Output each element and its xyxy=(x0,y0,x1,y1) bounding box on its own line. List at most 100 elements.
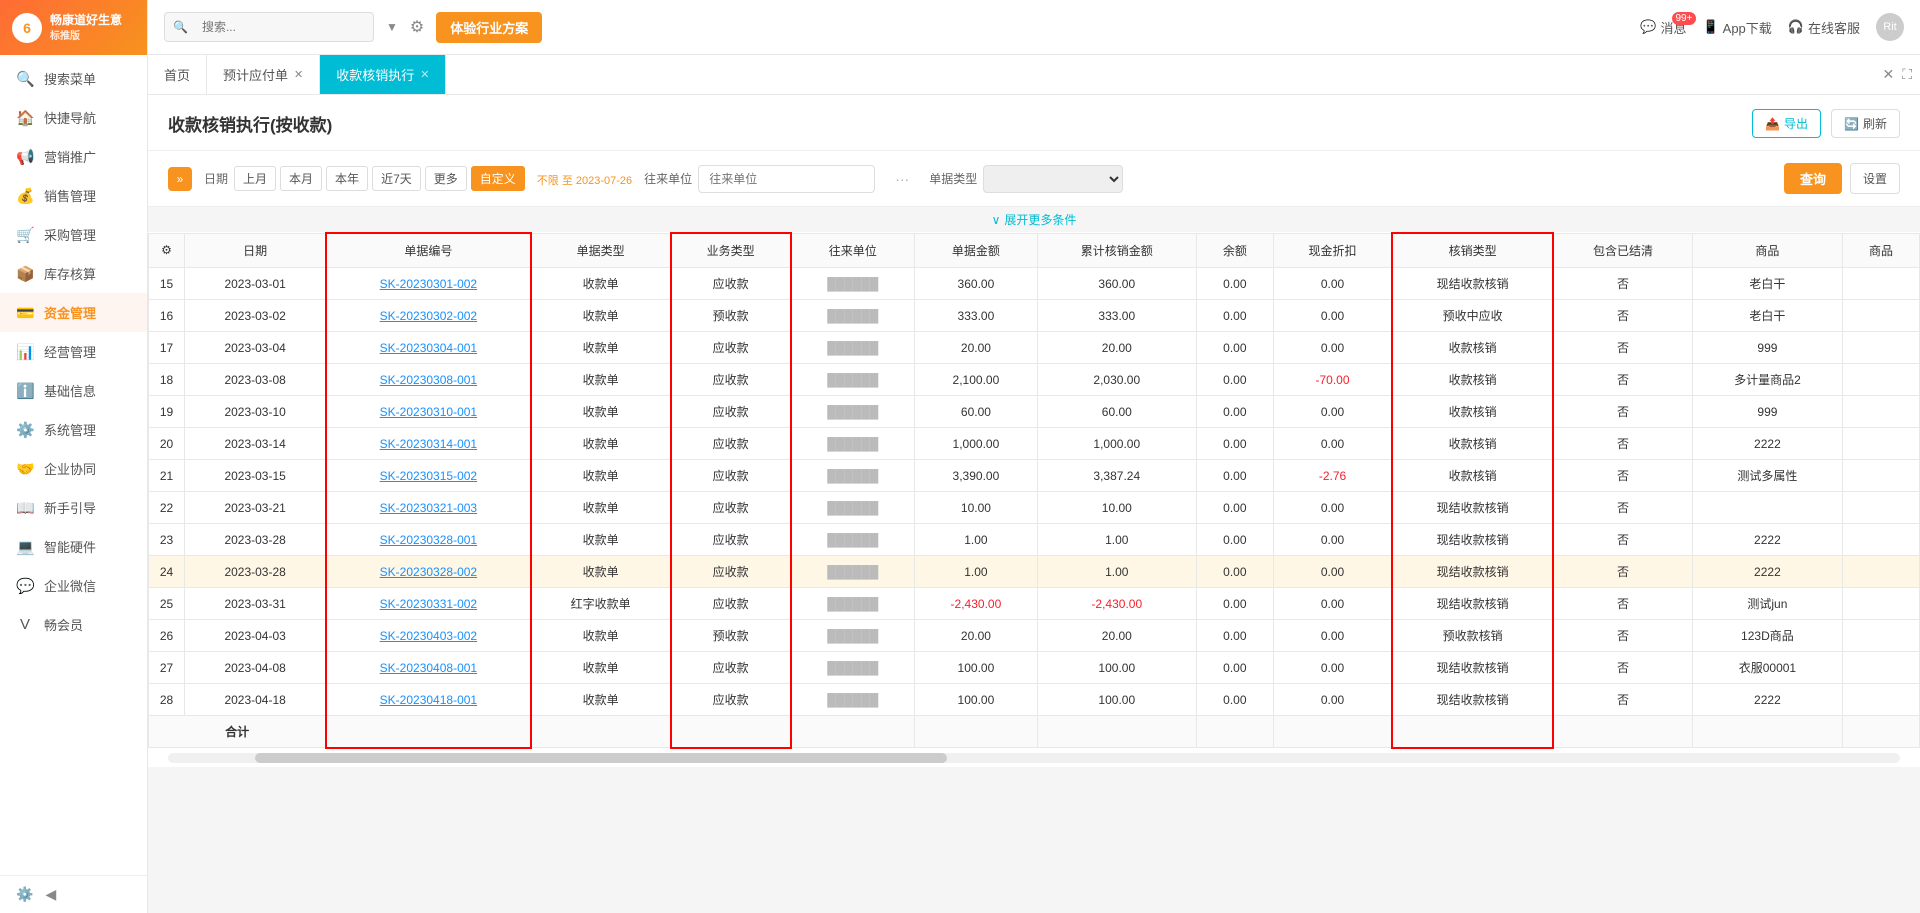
sidebar-item-system[interactable]: ⚙️系统管理 xyxy=(0,410,147,449)
voucher-no-link[interactable]: SK-20230308-001 xyxy=(380,373,477,387)
tab-close-all-icon[interactable]: ✕ xyxy=(1882,66,1894,83)
col-cum-writeoff[interactable]: 累计核销金额 xyxy=(1037,233,1196,268)
voucher-no-link[interactable]: SK-20230304-001 xyxy=(380,341,477,355)
guide-icon: 📖 xyxy=(16,499,34,517)
row-no: 20 xyxy=(149,428,185,460)
col-writeoff-type[interactable]: 核销类型 xyxy=(1392,233,1553,268)
row-biz-type: 预收款 xyxy=(671,300,791,332)
topbar-search-input[interactable] xyxy=(194,13,365,41)
row-cum-writeoff: 20.00 xyxy=(1037,620,1196,652)
voucher-no-link[interactable]: SK-20230331-002 xyxy=(380,597,477,611)
voucher-no-link[interactable]: SK-20230301-002 xyxy=(380,277,477,291)
voucher-no-link[interactable]: SK-20230418-001 xyxy=(380,693,477,707)
messages-btn[interactable]: 💬 消息 99+ xyxy=(1640,18,1686,37)
voucher-no-link[interactable]: SK-20230314-001 xyxy=(380,437,477,451)
sidebar-item-inventory[interactable]: 📦库存核算 xyxy=(0,254,147,293)
app-download-btn[interactable]: 📱 App下载 xyxy=(1702,18,1771,37)
sidebar-item-member[interactable]: V畅会员 xyxy=(0,605,147,644)
date-btn-more[interactable]: 更多 xyxy=(425,166,467,191)
voucher-no-link[interactable]: SK-20230310-001 xyxy=(380,405,477,419)
refresh-btn[interactable]: 🔄 刷新 xyxy=(1831,109,1900,138)
voucher-no-link[interactable]: SK-20230403-002 xyxy=(380,629,477,643)
counterpart-input[interactable] xyxy=(698,165,875,193)
sidebar-item-marketing[interactable]: 📢营销推广 xyxy=(0,137,147,176)
scrollbar-thumb[interactable] xyxy=(255,753,948,763)
page-title: 收款核销执行(按收款) xyxy=(168,111,332,148)
col-voucher-no[interactable]: 单据编号 xyxy=(326,233,530,268)
sidebar-item-funds[interactable]: 💳资金管理 xyxy=(0,293,147,332)
voucher-no-link[interactable]: SK-20230321-003 xyxy=(380,501,477,515)
sidebar-item-search[interactable]: 🔍搜索菜单 xyxy=(0,59,147,98)
sidebar-item-guide[interactable]: 📖新手引导 xyxy=(0,488,147,527)
tab-expand-icon[interactable]: ⛶ xyxy=(1902,66,1912,83)
row-product: 多计量商品2 xyxy=(1692,364,1842,396)
row-balance: 0.00 xyxy=(1196,332,1273,364)
sidebar-item-quicknav[interactable]: 🏠快捷导航 xyxy=(0,98,147,137)
col-amount[interactable]: 单据金额 xyxy=(915,233,1038,268)
row-balance: 0.00 xyxy=(1196,652,1273,684)
avatar[interactable]: Rit xyxy=(1876,13,1904,41)
dropdown-arrow-icon[interactable]: ▼ xyxy=(386,20,398,34)
voucher-type-select[interactable] xyxy=(983,165,1123,193)
tab-home[interactable]: 首页 xyxy=(148,55,207,94)
date-btn-this-year[interactable]: 本年 xyxy=(326,166,368,191)
col-date[interactable]: 日期 xyxy=(185,233,327,268)
col-counterpart[interactable]: 往来单位 xyxy=(791,233,915,268)
row-writeoff-type: 收款核销 xyxy=(1392,428,1553,460)
voucher-no-link[interactable]: SK-20230328-002 xyxy=(380,565,477,579)
voucher-no-link[interactable]: SK-20230302-002 xyxy=(380,309,477,323)
row-cum-writeoff: 3,387.24 xyxy=(1037,460,1196,492)
filter-expand-btn[interactable]: ∨ 展开更多条件 xyxy=(148,207,1920,232)
tab-receipt[interactable]: 收款核销执行 ✕ xyxy=(320,55,446,94)
query-btn[interactable]: 查询 xyxy=(1784,163,1842,194)
row-voucher-no: SK-20230328-002 xyxy=(326,556,530,588)
payable-tab-close[interactable]: ✕ xyxy=(294,68,303,81)
export-btn[interactable]: 📤 导出 xyxy=(1752,109,1821,138)
sidebar-item-label: 资金管理 xyxy=(44,303,96,322)
col-cash-discount[interactable]: 现金折扣 xyxy=(1273,233,1392,268)
receipt-tab-close[interactable]: ✕ xyxy=(420,68,429,81)
voucher-type-filter-group: 单据类型 xyxy=(929,165,1123,193)
row-biz-type: 应收款 xyxy=(671,492,791,524)
table-row: 15 2023-03-01 SK-20230301-002 收款单 应收款 ██… xyxy=(149,268,1920,300)
row-product: 测试多属性 xyxy=(1692,460,1842,492)
industry-btn[interactable]: 体验行业方案 xyxy=(436,12,542,43)
logo-icon: 6 xyxy=(12,13,42,43)
row-date: 2023-03-10 xyxy=(185,396,327,428)
online-service-btn[interactable]: 🎧 在线客服 xyxy=(1788,18,1860,37)
col-gear[interactable]: ⚙ xyxy=(149,233,185,268)
settings-icon[interactable]: ⚙️ xyxy=(16,886,33,903)
sidebar-item-basic[interactable]: ℹ️基础信息 xyxy=(0,371,147,410)
sidebar-item-enterprise[interactable]: 🤝企业协同 xyxy=(0,449,147,488)
date-btn-last-month[interactable]: 上月 xyxy=(234,166,276,191)
filter-settings-btn[interactable]: 设置 xyxy=(1850,163,1900,194)
col-include-settled[interactable]: 包含已结清 xyxy=(1553,233,1692,268)
col-balance[interactable]: 余额 xyxy=(1196,233,1273,268)
sidebar-item-sales[interactable]: 💰销售管理 xyxy=(0,176,147,215)
operations-icon: 📊 xyxy=(16,343,34,361)
sidebar-item-wechat[interactable]: 💬企业微信 xyxy=(0,566,147,605)
row-counterpart: ██████ xyxy=(791,620,915,652)
col-voucher-type[interactable]: 单据类型 xyxy=(531,233,671,268)
collapse-icon[interactable]: ◀ xyxy=(45,886,56,903)
sidebar-item-operations[interactable]: 📊经营管理 xyxy=(0,332,147,371)
scrollbar-track[interactable] xyxy=(168,753,1900,763)
sidebar-item-purchase[interactable]: 🛒采购管理 xyxy=(0,215,147,254)
filter-toggle-btn[interactable]: » xyxy=(168,167,192,191)
date-btn-7days[interactable]: 近7天 xyxy=(372,166,421,191)
row-counterpart: ██████ xyxy=(791,300,915,332)
totals-voucher-no xyxy=(326,716,530,748)
voucher-no-link[interactable]: SK-20230408-001 xyxy=(380,661,477,675)
voucher-no-link[interactable]: SK-20230315-002 xyxy=(380,469,477,483)
col-product2[interactable]: 商品 xyxy=(1842,233,1919,268)
sidebar-item-hardware[interactable]: 💻智能硬件 xyxy=(0,527,147,566)
row-product2 xyxy=(1842,268,1919,300)
date-btn-this-month[interactable]: 本月 xyxy=(280,166,322,191)
col-product[interactable]: 商品 xyxy=(1692,233,1842,268)
voucher-no-link[interactable]: SK-20230328-001 xyxy=(380,533,477,547)
date-btn-custom[interactable]: 自定义 xyxy=(471,166,525,191)
tab-payable[interactable]: 预计应付单 ✕ xyxy=(207,55,320,94)
col-biz-type[interactable]: 业务类型 xyxy=(671,233,791,268)
gear-icon[interactable]: ⚙ xyxy=(410,17,424,37)
expand-icon: ∨ xyxy=(992,213,1001,227)
